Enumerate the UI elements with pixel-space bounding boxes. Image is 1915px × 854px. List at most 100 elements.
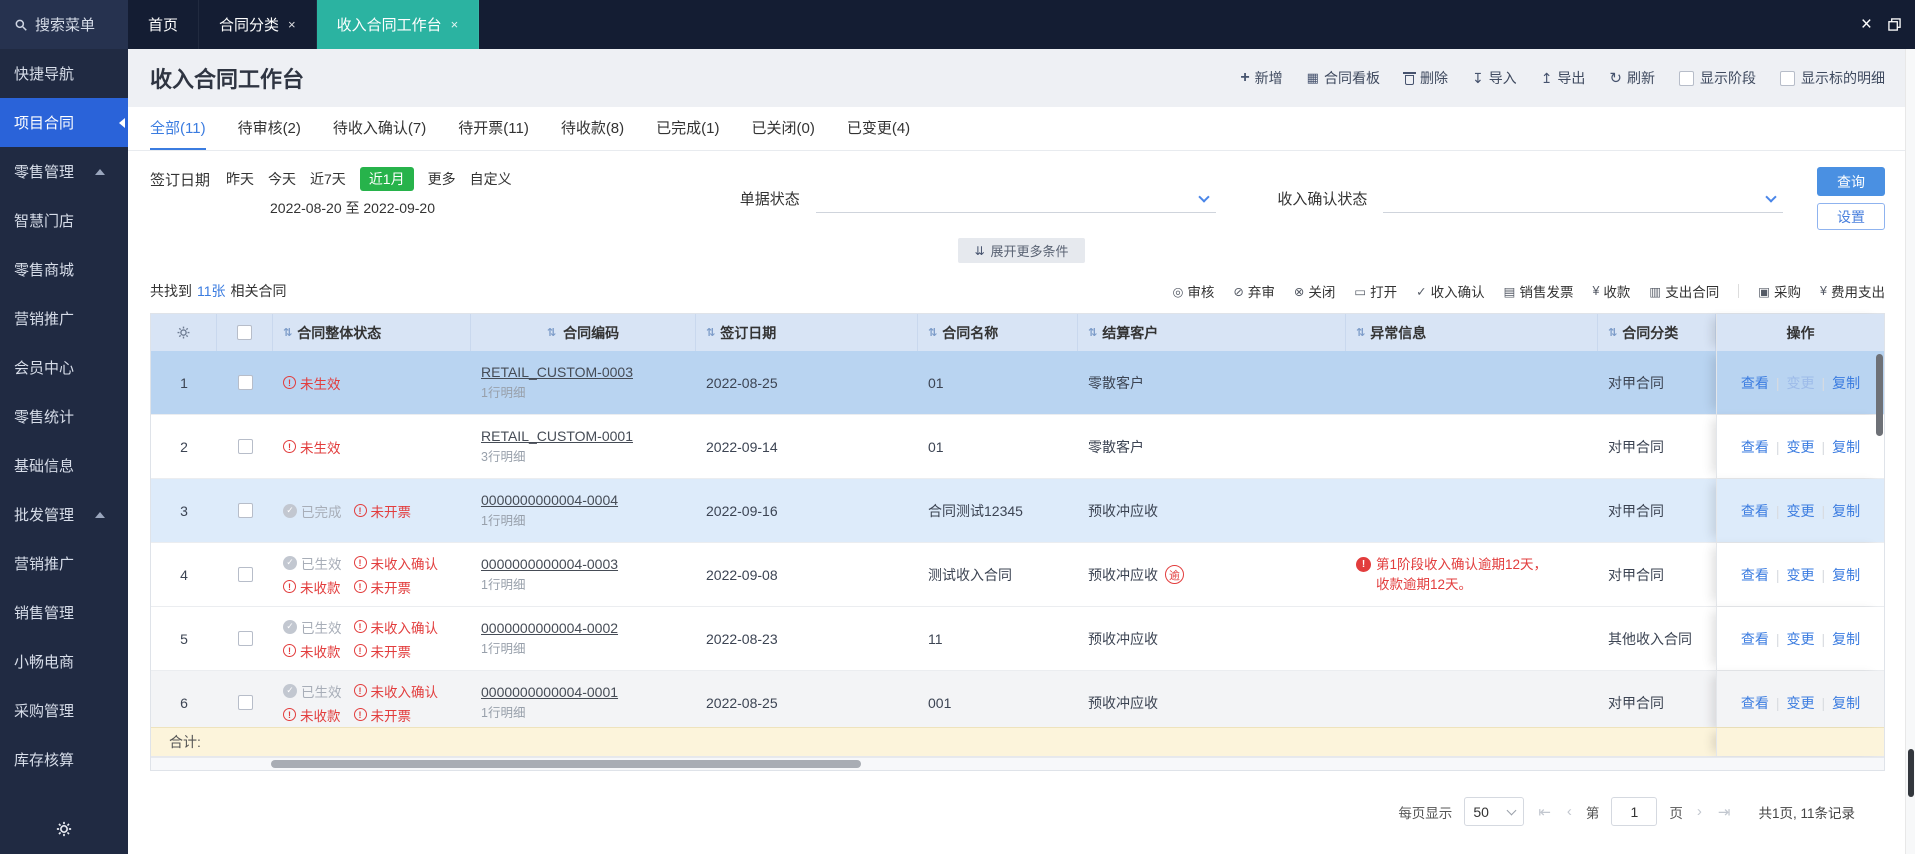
tab-contract-category[interactable]: 合同分类 ×	[199, 0, 317, 49]
expense-contract-button[interactable]: 支出合同	[1649, 281, 1719, 301]
doc-status-select[interactable]	[815, 185, 1216, 213]
row-checkbox[interactable]	[237, 439, 253, 454]
status-tab-all[interactable]: 全部(11)	[150, 107, 206, 150]
checkbox-icon[interactable]	[1679, 70, 1694, 86]
last-page-button[interactable]: ⇥	[1716, 803, 1733, 821]
header-status[interactable]: 合同整体状态	[273, 314, 471, 351]
restore-window-icon[interactable]	[1888, 18, 1901, 31]
sort-icon[interactable]	[1608, 326, 1617, 339]
contract-code-link[interactable]: RETAIL_CUSTOM-0001	[481, 428, 633, 444]
table-row[interactable]: 5 已生效 未收入确认 未收款 未开票 0000000000004-0002	[151, 607, 1884, 671]
horizontal-scrollbar-thumb[interactable]	[271, 760, 861, 768]
copy-link[interactable]: 复制	[1832, 373, 1860, 393]
refresh-button[interactable]: 刷新	[1609, 68, 1655, 88]
view-link[interactable]: 查看	[1741, 501, 1769, 521]
date-range-value[interactable]: 2022-08-20 至 2022-09-20	[150, 198, 740, 218]
status-tab-pending-audit[interactable]: 待审核(2)	[238, 107, 301, 150]
table-row[interactable]: 6 已生效 未收入确认 未收款 未开票 0000000000004-0001	[151, 671, 1884, 727]
view-link[interactable]: 查看	[1741, 437, 1769, 457]
quick-filter-7days[interactable]: 近7天	[310, 169, 346, 189]
view-link[interactable]: 查看	[1741, 373, 1769, 393]
import-button[interactable]: 导入	[1472, 68, 1517, 88]
header-date[interactable]: 签订日期	[696, 314, 918, 351]
status-tab-closed[interactable]: 已关闭(0)	[752, 107, 815, 150]
first-page-button[interactable]: ⇤	[1536, 803, 1553, 821]
sidebar-item-search-menu[interactable]: 搜索菜单	[0, 0, 128, 49]
vertical-scrollbar-thumb[interactable]	[1876, 354, 1883, 436]
copy-link[interactable]: 复制	[1832, 437, 1860, 457]
per-page-select[interactable]: 50	[1464, 797, 1525, 826]
header-name[interactable]: 合同名称	[918, 314, 1078, 351]
sidebar-item-project-contract[interactable]: 项目合同	[0, 98, 128, 147]
sidebar-item-sales-management[interactable]: 销售管理	[0, 588, 128, 637]
sidebar-item-retail-mall[interactable]: 零售商城	[0, 245, 128, 294]
receipt-button[interactable]: 收款	[1592, 281, 1630, 301]
delete-button[interactable]: 删除	[1402, 68, 1448, 88]
header-gear[interactable]	[151, 314, 217, 351]
status-tab-completed[interactable]: 已完成(1)	[656, 107, 719, 150]
quick-filter-1month[interactable]: 近1月	[359, 167, 414, 191]
sidebar-item-marketing-promotion-wholesale[interactable]: 营销推广	[0, 539, 128, 588]
sidebar-item-inventory-accounting[interactable]: 库存核算	[0, 735, 128, 784]
close-contract-button[interactable]: 关闭	[1294, 281, 1335, 301]
income-confirm-select[interactable]	[1383, 185, 1784, 213]
checkbox-icon[interactable]	[1780, 70, 1795, 86]
status-tab-pending-invoice[interactable]: 待开票(11)	[458, 107, 529, 150]
view-link[interactable]: 查看	[1741, 565, 1769, 585]
row-checkbox[interactable]	[237, 567, 253, 582]
sidebar-item-quick-nav[interactable]: 快捷导航	[0, 49, 128, 98]
prev-page-button[interactable]: ‹	[1565, 803, 1574, 820]
sidebar-item-smart-store[interactable]: 智慧门店	[0, 196, 128, 245]
copy-link[interactable]: 复制	[1832, 501, 1860, 521]
tab-home[interactable]: 首页	[128, 0, 200, 49]
change-link[interactable]: 变更	[1787, 437, 1815, 457]
sort-icon[interactable]	[928, 326, 937, 339]
quick-filter-custom[interactable]: 自定义	[470, 169, 512, 189]
sidebar-group-wholesale-management[interactable]: 批发管理	[0, 490, 128, 539]
change-link[interactable]: 变更	[1787, 501, 1815, 521]
tab-close-icon[interactable]: ×	[288, 18, 296, 31]
row-checkbox[interactable]	[237, 375, 253, 390]
quick-filter-yesterday[interactable]: 昨天	[226, 169, 254, 189]
copy-link[interactable]: 复制	[1832, 693, 1860, 713]
copy-link[interactable]: 复制	[1832, 565, 1860, 585]
sort-icon[interactable]	[547, 326, 556, 339]
copy-link[interactable]: 复制	[1832, 629, 1860, 649]
window-scrollbar[interactable]	[1905, 49, 1915, 854]
contract-code-link[interactable]: 0000000000004-0003	[481, 556, 618, 572]
collapse-left-icon[interactable]	[119, 117, 125, 128]
contract-code-link[interactable]: 0000000000004-0004	[481, 492, 618, 508]
quick-filter-more[interactable]: 更多	[428, 169, 456, 189]
sidebar-item-xiaochang-ecommerce[interactable]: 小畅电商	[0, 637, 128, 686]
show-stage-checkbox[interactable]: 显示阶段	[1679, 68, 1756, 88]
sales-invoice-button[interactable]: 销售发票	[1504, 281, 1573, 301]
sidebar-item-basic-info[interactable]: 基础信息	[0, 441, 128, 490]
quick-filter-today[interactable]: 今天	[268, 169, 296, 189]
row-checkbox[interactable]	[237, 695, 253, 710]
tab-income-contract-workbench[interactable]: 收入合同工作台 ×	[316, 0, 480, 49]
income-confirm-button[interactable]: 收入确认	[1416, 281, 1485, 301]
table-row[interactable]: 1 未生效 RETAIL_CUSTOM-0003 1行明细 2022-08-25…	[151, 351, 1884, 415]
settings-gear-button[interactable]	[0, 820, 128, 838]
sidebar-item-retail-statistics[interactable]: 零售统计	[0, 392, 128, 441]
sidebar-item-purchase-management[interactable]: 采购管理	[0, 686, 128, 735]
table-row[interactable]: 3 已完成 未开票 0000000000004-0004 1行明细	[151, 479, 1884, 543]
change-link[interactable]: 变更	[1787, 629, 1815, 649]
sort-icon[interactable]	[1088, 326, 1097, 339]
open-contract-button[interactable]: 打开	[1354, 281, 1397, 301]
audit-button[interactable]: 审核	[1172, 281, 1214, 301]
purchase-button[interactable]: 采购	[1758, 281, 1801, 301]
fee-expense-button[interactable]: 费用支出	[1820, 281, 1885, 301]
close-icon[interactable]: ×	[1861, 15, 1872, 34]
next-page-button[interactable]: ›	[1695, 803, 1704, 820]
header-category[interactable]: 合同分类	[1598, 314, 1716, 351]
change-link[interactable]: 变更	[1787, 565, 1815, 585]
sort-icon[interactable]	[706, 326, 715, 339]
table-row[interactable]: 4 已生效 未收入确认 未收款 未开票 0000000000004-0003	[151, 543, 1884, 607]
new-button[interactable]: 新增	[1240, 68, 1283, 88]
status-tab-pending-receipt[interactable]: 待收款(8)	[561, 107, 624, 150]
contract-code-link[interactable]: 0000000000004-0002	[481, 620, 618, 636]
row-checkbox[interactable]	[237, 631, 253, 646]
sort-icon[interactable]	[283, 326, 292, 339]
page-number-input[interactable]	[1611, 797, 1658, 826]
